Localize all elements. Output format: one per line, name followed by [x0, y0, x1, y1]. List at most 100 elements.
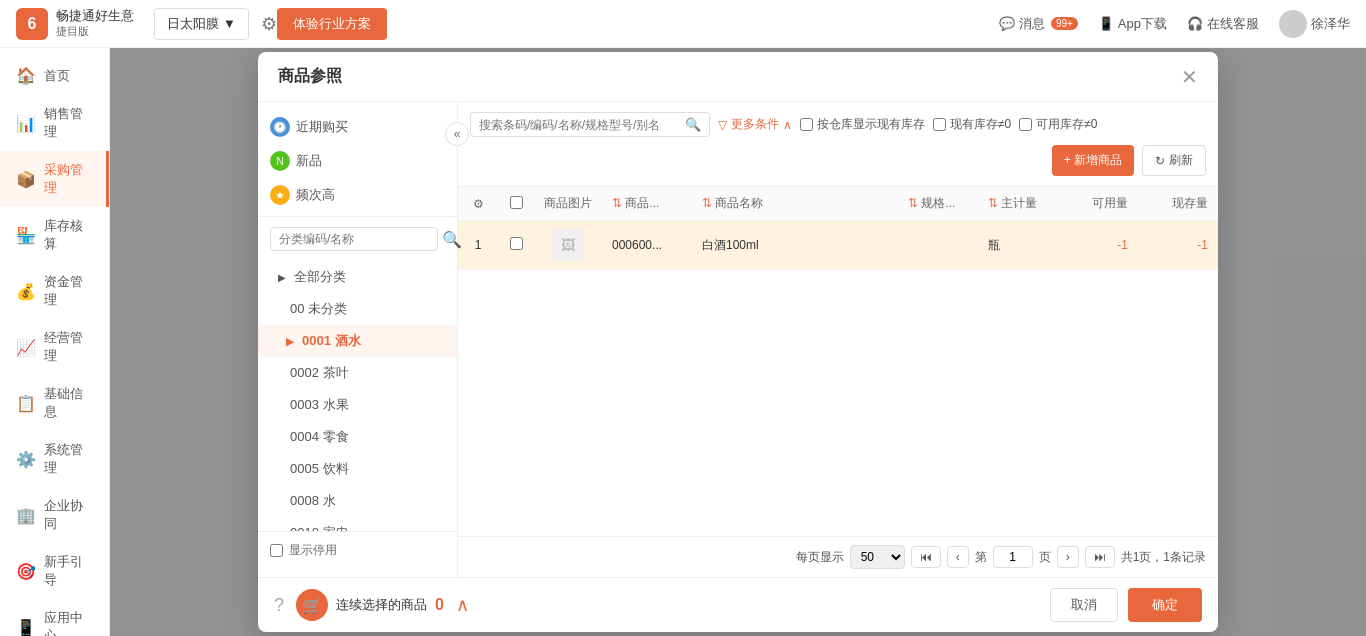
display-disabled-checkbox[interactable] — [270, 544, 283, 557]
enterprise-icon: 🏢 — [16, 506, 36, 525]
try-industry-btn[interactable]: 体验行业方案 — [277, 8, 387, 40]
footer-collapse-icon[interactable]: ∧ — [456, 594, 469, 616]
divider — [258, 216, 457, 217]
tree-item-0002[interactable]: 0002 茶叶 — [258, 357, 457, 389]
row-available-cell: -1 — [1058, 221, 1138, 270]
col-image-header: 商品图片 — [534, 187, 602, 221]
sidebar-item-sales[interactable]: 📊 销售管理 — [0, 95, 109, 151]
col-available-header: 可用量 — [1058, 187, 1138, 221]
modal-body: 🕐 近期购买 N 新品 ★ 频次高 « — [258, 102, 1218, 577]
modal-header: 商品参照 ✕ — [258, 52, 1218, 102]
inventory-icon: 🏪 — [16, 226, 36, 245]
available-nonzero-checkbox[interactable] — [1019, 118, 1032, 131]
row-name-cell: 白酒100ml — [692, 221, 898, 270]
warehouse-display-checkbox-label[interactable]: 按仓库显示现有库存 — [800, 116, 925, 133]
logo-sub: 捷目版 — [56, 24, 134, 39]
message-nav-item[interactable]: 💬 消息 99+ — [999, 15, 1078, 33]
category-search-icon[interactable]: 🔍 — [442, 230, 462, 249]
row-unit-cell: 瓶 — [978, 221, 1058, 270]
layout: 🏠 首页 📊 销售管理 📦 采购管理 🏪 库存核算 💰 资金管理 📈 经营管理 … — [0, 48, 1366, 636]
page-label: 第 — [975, 549, 987, 566]
col-code-header[interactable]: ⇅ 商品... — [602, 187, 692, 221]
add-product-button[interactable]: + 新增商品 — [1052, 145, 1134, 176]
modal-overlay: 商品参照 ✕ 🕐 近期购买 N 新品 — [110, 48, 1366, 636]
warehouse-display-checkbox[interactable] — [800, 118, 813, 131]
more-filter-button[interactable]: ▽ 更多条件 ∧ — [718, 116, 792, 133]
quick-new[interactable]: N 新品 — [258, 144, 457, 178]
row-stock-cell: -1 — [1138, 221, 1218, 270]
refresh-button[interactable]: ↻ 刷新 — [1142, 145, 1206, 176]
sort-icon3: ⇅ — [908, 196, 918, 210]
page-size-select[interactable]: 50 100 200 — [850, 545, 905, 569]
row-code-cell: 000600... — [602, 221, 692, 270]
sidebar-item-operations[interactable]: 📈 经营管理 — [0, 319, 109, 375]
home-icon: 🏠 — [16, 66, 36, 85]
nav-right: 💬 消息 99+ 📱 App下载 🎧 在线客服 徐泽华 — [999, 10, 1350, 38]
user-item[interactable]: 徐泽华 — [1279, 10, 1350, 38]
tree-item-0008[interactable]: 0008 水 — [258, 485, 457, 517]
app-download-item[interactable]: 📱 App下载 — [1098, 15, 1167, 33]
avatar — [1279, 10, 1307, 38]
sidebar-item-basic-info[interactable]: 📋 基础信息 — [0, 375, 109, 431]
row-checkbox[interactable] — [510, 237, 523, 250]
chevron-up-icon: ∧ — [783, 118, 792, 132]
sidebar-item-apps[interactable]: 📱 应用中心 — [0, 599, 109, 636]
tree-item-00[interactable]: 00 未分类 — [258, 293, 457, 325]
product-search-icon[interactable]: 🔍 — [685, 117, 701, 132]
select-all-checkbox[interactable] — [510, 196, 523, 209]
sidebar-item-purchase[interactable]: 📦 采购管理 — [0, 151, 109, 207]
online-service-item[interactable]: 🎧 在线客服 — [1187, 15, 1259, 33]
confirm-button[interactable]: 确定 — [1128, 588, 1202, 622]
col-settings-header[interactable]: ⚙ — [458, 187, 498, 221]
col-stock-header: 现存量 — [1138, 187, 1218, 221]
cart-count: 0 — [435, 596, 444, 614]
nav-dropdown[interactable]: 日太阳膜 ▼ — [154, 8, 249, 40]
help-icon[interactable]: ? — [274, 595, 284, 616]
quick-recent[interactable]: 🕐 近期购买 — [258, 110, 457, 144]
page-input[interactable] — [993, 546, 1033, 568]
table-row[interactable]: 1 🖼 000600... — [458, 221, 1218, 270]
purchase-icon: 📦 — [16, 170, 36, 189]
phone-icon: 📱 — [1098, 16, 1114, 31]
tree-item-0010[interactable]: 0010 家电 — [258, 517, 457, 531]
sidebar-item-guide[interactable]: 🎯 新手引导 — [0, 543, 109, 599]
first-page-button[interactable]: ⏮ — [911, 546, 941, 568]
sort-icon: ⇅ — [612, 196, 622, 210]
col-spec-header[interactable]: ⇅ 规格... — [898, 187, 978, 221]
product-search-input[interactable] — [479, 118, 679, 132]
tree-item-0004[interactable]: 0004 零食 — [258, 421, 457, 453]
category-search-input[interactable] — [270, 227, 438, 251]
sidebar-item-home[interactable]: 🏠 首页 — [0, 56, 109, 95]
modal-toolbar: 🔍 ▽ 更多条件 ∧ 按仓库显示现有库存 — [458, 102, 1218, 187]
sort-icon2: ⇅ — [702, 196, 712, 210]
last-page-button[interactable]: ⏭ — [1085, 546, 1115, 568]
modal-close-button[interactable]: ✕ — [1181, 67, 1198, 87]
stock-nonzero-checkbox-label[interactable]: 现有库存≠0 — [933, 116, 1011, 133]
sidebar-item-system[interactable]: ⚙️ 系统管理 — [0, 431, 109, 487]
headset-icon: 🎧 — [1187, 16, 1203, 31]
toolbar-right: + 新增商品 ↻ 刷新 — [1052, 145, 1206, 176]
tree-item-0003[interactable]: 0003 水果 — [258, 389, 457, 421]
prev-page-button[interactable]: ‹ — [947, 546, 969, 568]
cart-icon[interactable]: 🛒 — [296, 589, 328, 621]
tree-all[interactable]: ▶ 全部分类 — [258, 261, 457, 293]
panel-collapse-button[interactable]: « — [445, 122, 469, 146]
sidebar-item-enterprise[interactable]: 🏢 企业协同 — [0, 487, 109, 543]
modal-right-panel: 🔍 ▽ 更多条件 ∧ 按仓库显示现有库存 — [458, 102, 1218, 577]
product-reference-modal: 商品参照 ✕ 🕐 近期购买 N 新品 — [258, 52, 1218, 632]
tree-item-0005[interactable]: 0005 饮料 — [258, 453, 457, 485]
col-name-header[interactable]: ⇅ 商品名称 — [692, 187, 898, 221]
next-page-button[interactable]: › — [1057, 546, 1079, 568]
settings-icon[interactable]: ⚙ — [261, 13, 277, 35]
col-unit-header[interactable]: ⇅ 主计量 — [978, 187, 1058, 221]
message-badge: 99+ — [1051, 17, 1078, 30]
stock-nonzero-checkbox[interactable] — [933, 118, 946, 131]
tree-item-0001[interactable]: ▶ 0001 酒水 — [258, 325, 457, 357]
cancel-button[interactable]: 取消 — [1050, 588, 1118, 622]
sidebar-item-inventory[interactable]: 🏪 库存核算 — [0, 207, 109, 263]
quick-freq[interactable]: ★ 频次高 — [258, 178, 457, 212]
available-nonzero-checkbox-label[interactable]: 可用库存≠0 — [1019, 116, 1097, 133]
tree-expand-icon: ▶ — [286, 336, 294, 347]
sidebar-item-finance[interactable]: 💰 资金管理 — [0, 263, 109, 319]
modal-footer: ? 🛒 连续选择的商品 0 ∧ 取消 确定 — [258, 577, 1218, 632]
